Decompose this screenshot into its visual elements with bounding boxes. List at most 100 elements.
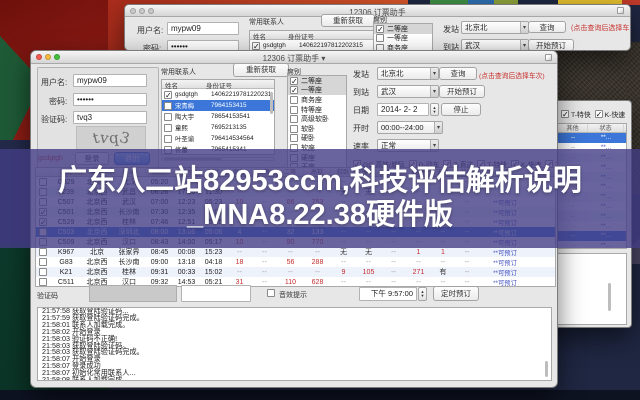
chevron-down-icon[interactable]: ▾: [433, 122, 442, 133]
checkbox-icon[interactable]: [290, 134, 298, 143]
scrollbar[interactable]: [545, 361, 548, 377]
scrollbar[interactable]: [608, 283, 611, 311]
checkbox-icon[interactable]: [290, 105, 298, 114]
seat-option[interactable]: 特等座: [288, 105, 346, 115]
train-row[interactable]: K21 北京西 桂林 09:31 00:33 15:02 -- -- -- -- 9 105 -- 271…: [36, 267, 555, 277]
date-field[interactable]: 2014- 2- 2: [377, 103, 429, 116]
checkbox-icon[interactable]: [164, 112, 172, 121]
seat-option[interactable]: 高级软卧: [288, 114, 346, 124]
table-cell: 有: [439, 269, 447, 276]
checkbox-icon[interactable]: [290, 115, 298, 124]
arrow-down-icon[interactable]: ▼: [433, 109, 437, 114]
contact-row[interactable]: ✓ 宋青梅 7964153415: [162, 100, 274, 111]
checkbox-icon[interactable]: ✓: [376, 24, 384, 33]
checkbox-icon[interactable]: ✓: [164, 90, 172, 99]
query-button[interactable]: 查询: [439, 67, 477, 80]
password-label: 密码:: [49, 97, 68, 106]
contact-name: 童熙: [175, 125, 188, 132]
banner-line-1: 广东八二站82953ccm,科技评估解析说明: [58, 164, 582, 197]
seat-option[interactable]: 硬卧: [288, 134, 346, 144]
checkbox-icon[interactable]: [376, 34, 384, 43]
table-cell: --: [464, 258, 470, 266]
watermark-banner: 广东八二站82953ccm,科技评估解析说明 _MNA8.22.38硬件版: [0, 149, 640, 248]
booking-captcha-image[interactable]: [89, 285, 177, 302]
log-area[interactable]: 21:57:58 获取登陆验证码... 21:57:59 获取登陆验证码完成。 21…: [37, 307, 552, 381]
checkbox-icon[interactable]: ✓: [561, 110, 569, 119]
query-button[interactable]: 查询: [528, 21, 566, 33]
checkbox-icon[interactable]: ✓: [594, 110, 603, 119]
checkbox-icon[interactable]: [39, 278, 47, 286]
refresh-contacts-button[interactable]: 重新获取: [321, 14, 375, 27]
seat-option[interactable]: ✓ 一等座: [288, 85, 346, 96]
from-station-select[interactable]: 北京北 ▾: [461, 21, 529, 34]
start-booking-button[interactable]: 开始预订: [439, 85, 485, 98]
seat-option[interactable]: 商务座: [288, 95, 346, 105]
contact-row[interactable]: ✓ gsdgtgh 140622197812202315: [162, 89, 274, 100]
date-label: 日期: [353, 106, 369, 115]
checkbox-icon[interactable]: [290, 124, 298, 133]
checkbox-icon[interactable]: [290, 95, 298, 104]
username-field[interactable]: mypw09: [167, 22, 239, 35]
column-other[interactable]: 其他: [558, 124, 588, 132]
sound-checkbox[interactable]: [267, 289, 275, 297]
checkbox-icon[interactable]: [39, 258, 47, 266]
chevron-down-icon[interactable]: ▾: [429, 86, 438, 97]
table-cell: **可预订: [493, 279, 517, 287]
checkbox-icon[interactable]: ✓: [252, 41, 260, 50]
stop-button[interactable]: 停止: [441, 103, 481, 116]
checkbox-icon[interactable]: [39, 268, 47, 276]
seat-option[interactable]: ✓ 二等座: [374, 24, 432, 34]
booking-captcha-input[interactable]: [181, 285, 251, 302]
train-type-filter[interactable]: ✓T-特快: [561, 109, 591, 119]
contact-row[interactable]: 叶圣谕 796414534564: [162, 133, 274, 144]
timed-booking-button[interactable]: 定时预订: [433, 286, 479, 301]
to-station-select[interactable]: 武汉 ▾: [377, 85, 439, 98]
contact-row[interactable]: 陶大宇 78654153541: [162, 111, 274, 122]
checkbox-icon[interactable]: ✓: [164, 101, 172, 110]
checkbox-icon[interactable]: ✓: [290, 86, 298, 95]
train-type-label: K-快速: [604, 112, 626, 119]
checkbox-icon[interactable]: [39, 248, 47, 256]
checkbox-icon[interactable]: [164, 134, 172, 143]
column-id[interactable]: 身份证号: [206, 80, 232, 90]
time-stepper[interactable]: ▲ ▼: [418, 287, 427, 301]
column-name[interactable]: 姓名: [250, 31, 288, 41]
timer-time-field[interactable]: 下午 9:57:00: [359, 287, 417, 301]
contact-row[interactable]: 童熙 7695213135: [162, 122, 274, 133]
train-row[interactable]: K967 北京 张家界 08:45 00:08 15:23 -- -- -- -- 无 无 -- 1 1 --…: [36, 247, 555, 257]
train-type-filter[interactable]: ✓K-快速: [594, 109, 626, 119]
from-station-select[interactable]: 北京北 ▾: [377, 67, 439, 80]
contact-name: gsdgtgh: [263, 42, 286, 49]
resize-icon[interactable]: [545, 54, 552, 61]
password-field[interactable]: ••••••: [73, 93, 147, 106]
table-cell: 00:33: [177, 268, 196, 276]
to-station-value: 武汉: [381, 87, 396, 96]
table-cell: 00:08: [177, 248, 196, 256]
chevron-down-icon[interactable]: ▾: [519, 22, 528, 33]
seat-option[interactable]: 一等座: [374, 34, 432, 44]
column-id[interactable]: 身份证号: [288, 31, 314, 41]
seat-option[interactable]: ✓ 二等座: [288, 76, 346, 86]
username-field[interactable]: mypw09: [73, 74, 147, 87]
checkbox-icon[interactable]: ✓: [290, 76, 298, 85]
refresh-contacts-button[interactable]: 重新获取: [233, 63, 289, 77]
scrollbar[interactable]: [270, 92, 273, 114]
depart-time-select[interactable]: 00:00--24:00 ▾: [377, 121, 443, 134]
seat-option[interactable]: 软卧: [288, 124, 346, 134]
arrow-down-icon[interactable]: ▼: [421, 294, 425, 298]
column-status[interactable]: 状态: [588, 124, 624, 132]
contact-name: 陶大宇: [175, 114, 195, 121]
contact-name: 宋青梅: [175, 103, 195, 110]
table-cell: --: [315, 248, 320, 256]
column-name[interactable]: 姓名: [162, 80, 206, 90]
train-row[interactable]: G83 北京西 长沙南 09:00 13:18 04:18 18 -- 56 288 -- -- -- -…: [36, 257, 555, 267]
checkbox-icon[interactable]: [164, 123, 172, 132]
captcha-field[interactable]: tvq3: [73, 111, 147, 124]
main-window-titlebar[interactable]: 12306 订票助手 ▾: [31, 51, 557, 64]
resize-icon[interactable]: [617, 7, 624, 14]
chevron-down-icon[interactable]: ▾: [429, 68, 438, 79]
date-stepper[interactable]: ▲ ▼: [430, 103, 439, 116]
captcha-image[interactable]: tvq3: [76, 126, 146, 150]
train-row[interactable]: -- **...: [558, 133, 626, 143]
contacts-table: 姓名 身份证号 ✓ gsdgtgh 140622197812202315 ✓ 宋青梅 79…: [161, 79, 275, 155]
